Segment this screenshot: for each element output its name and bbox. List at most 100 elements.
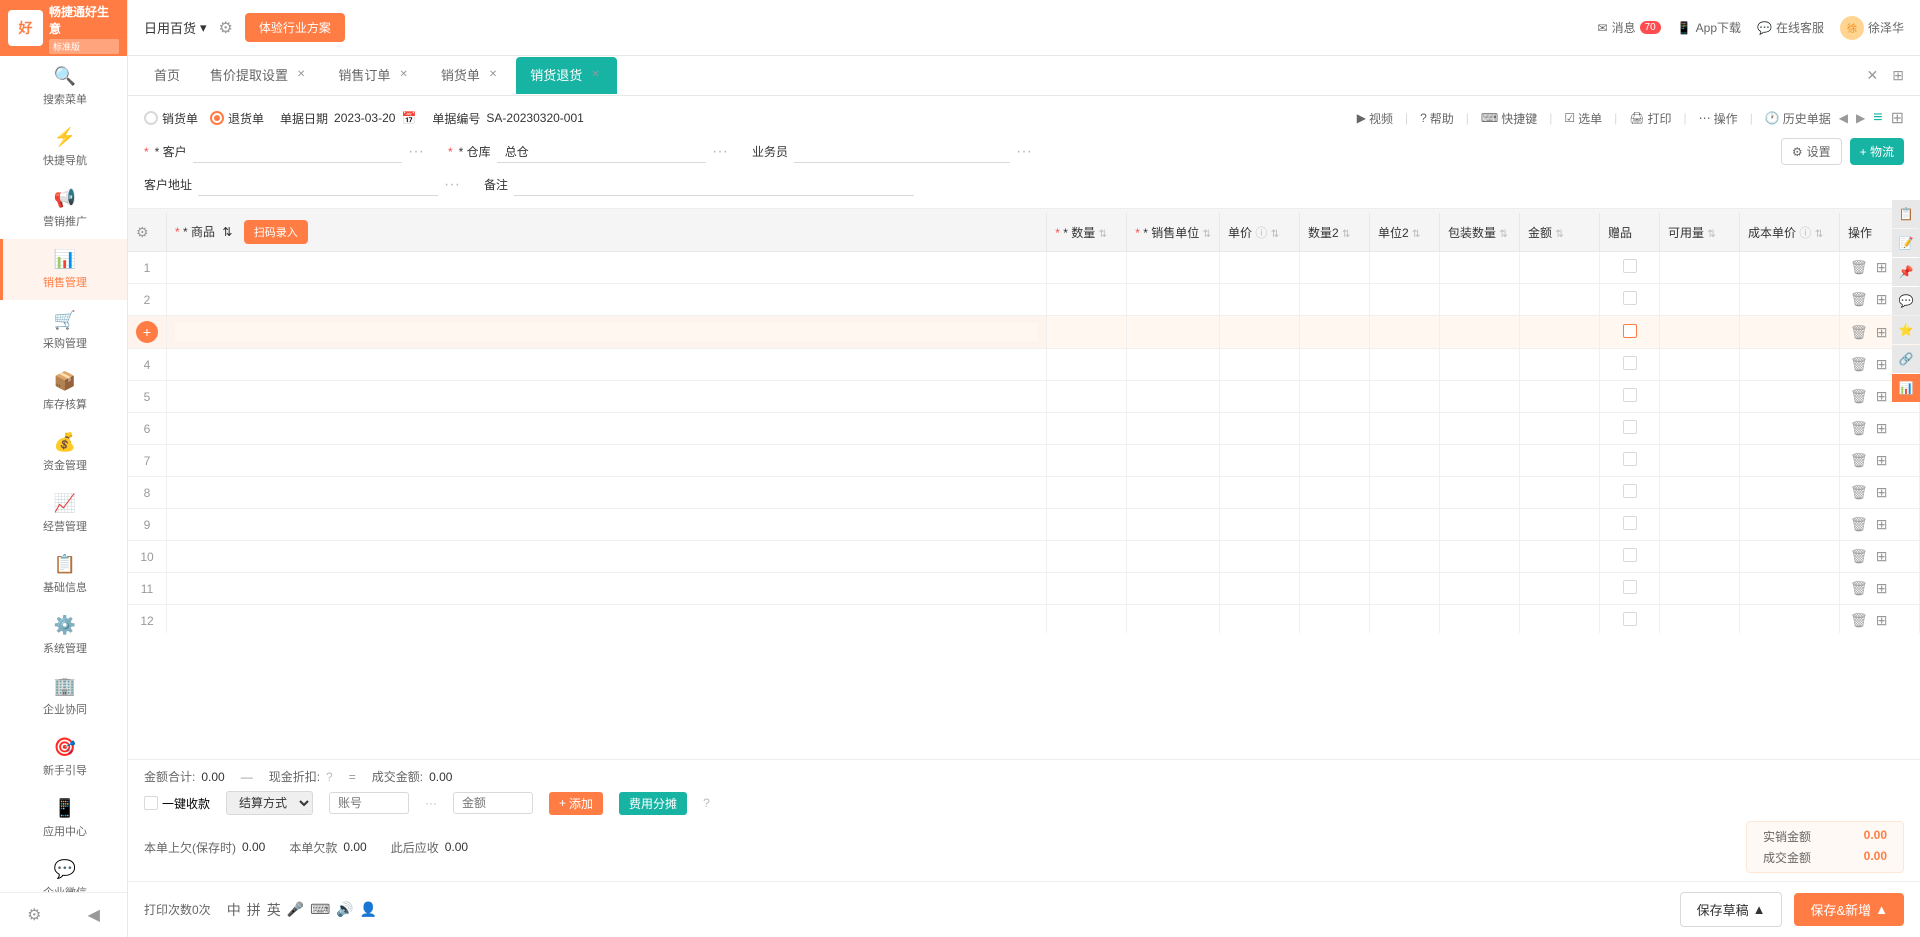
product-cell[interactable] [167, 413, 1047, 445]
product-cell[interactable] [167, 284, 1047, 316]
salesperson-input[interactable] [794, 140, 1010, 163]
tab-sales-delivery[interactable]: 销货单 ✕ [427, 57, 514, 94]
gift-cell[interactable] [1600, 252, 1660, 284]
right-btn-2[interactable]: 📝 [1892, 229, 1920, 257]
operate-action[interactable]: ⋯ 操作 [1699, 110, 1738, 127]
copy-row-icon[interactable]: ⊞ [1874, 289, 1890, 310]
form-add-logistics-button[interactable]: + 物流 [1850, 138, 1904, 165]
available-cell[interactable] [1660, 316, 1740, 349]
unit2-cell[interactable] [1370, 252, 1440, 284]
available-cell[interactable] [1660, 284, 1740, 316]
cost-split-button[interactable]: 费用分摊 [619, 792, 687, 815]
delete-row-icon[interactable]: 🗑 [1848, 289, 1870, 310]
copy-row-icon[interactable]: ⊞ [1874, 546, 1890, 567]
dots-icon[interactable]: ··· [425, 796, 437, 810]
product-cell[interactable] [167, 509, 1047, 541]
copy-row-icon[interactable]: ⊞ [1874, 386, 1890, 407]
price-cell[interactable] [1220, 252, 1300, 284]
product-cell[interactable] [167, 381, 1047, 413]
help-action[interactable]: ? 帮助 [1420, 110, 1454, 127]
delete-row-icon[interactable]: 🗑 [1848, 418, 1870, 439]
customer-select-icon[interactable]: ··· [408, 143, 424, 161]
gift-checkbox[interactable] [1623, 388, 1637, 402]
sidebar-item-apps[interactable]: 📱 应用中心 [0, 788, 127, 849]
add-row-button[interactable]: + [136, 321, 158, 343]
right-btn-5[interactable]: ⭐ [1892, 316, 1920, 344]
copy-row-icon[interactable]: ⊞ [1874, 257, 1890, 278]
sidebar-item-system[interactable]: ⚙️ 系统管理 [0, 605, 127, 666]
product-input[interactable] [175, 291, 1038, 309]
user-profile[interactable]: 徐 徐泽华 [1840, 16, 1904, 40]
ime-en-icon[interactable]: 英 [267, 900, 281, 920]
qty2-cell[interactable] [1300, 252, 1370, 284]
product-input[interactable] [175, 259, 1038, 277]
select-action[interactable]: ☑ 选单 [1564, 110, 1602, 127]
warehouse-input[interactable] [497, 140, 706, 163]
packqty-cell[interactable] [1440, 284, 1520, 316]
save-draft-button[interactable]: 保存草稿 ▲ [1680, 892, 1783, 927]
tab-sales-return[interactable]: 销货退货 ✕ [516, 57, 616, 94]
sidebar-item-operation[interactable]: 📈 经营管理 [0, 483, 127, 544]
table-scroll[interactable]: ⚙ * * 商品 ⇅ 扫码录入 * * 数量 ⇅ [128, 213, 1920, 633]
history-action[interactable]: 🕐 历史单据 [1765, 110, 1831, 127]
tab-price-setting[interactable]: 售价提取设置 ✕ [196, 57, 322, 94]
qty-cell[interactable] [1047, 316, 1127, 349]
product-cell[interactable] [167, 541, 1047, 573]
product-cell[interactable] [167, 349, 1047, 381]
packqty-cell[interactable] [1440, 252, 1520, 284]
delete-row-icon[interactable]: 🗑 [1848, 386, 1870, 407]
right-btn-4[interactable]: 💬 [1892, 287, 1920, 315]
price-cell[interactable] [1220, 316, 1300, 349]
sidebar-item-inventory[interactable]: 📦 库存核算 [0, 361, 127, 422]
copy-row-icon[interactable]: ⊞ [1874, 322, 1890, 343]
view-grid-btn[interactable]: ⊞ [1891, 108, 1904, 128]
unit-cell[interactable] [1127, 252, 1220, 284]
settings-gear-icon[interactable]: ⚙ [219, 18, 233, 38]
customer-input[interactable] [193, 140, 402, 163]
ime-zh-icon[interactable]: 中 [227, 900, 241, 920]
view-list-btn[interactable]: ≡ [1873, 109, 1882, 127]
address-input[interactable] [198, 173, 438, 196]
gift-cell[interactable] [1600, 316, 1660, 349]
form-settings-button[interactable]: ⚙ 设置 [1781, 138, 1842, 165]
print-action[interactable]: 🖨 打印 [1629, 110, 1671, 127]
industry-select[interactable]: 日用百货 ▾ [144, 18, 207, 37]
delete-row-icon[interactable]: 🗑 [1848, 610, 1870, 631]
gift-cell[interactable] [1600, 284, 1660, 316]
online-service-item[interactable]: 💬 在线客服 [1757, 19, 1824, 36]
unit-cell[interactable] [1127, 316, 1220, 349]
amount-cell[interactable] [1520, 252, 1600, 284]
right-btn-6[interactable]: 🔗 [1892, 345, 1920, 373]
message-item[interactable]: ✉ 消息 70 [1598, 19, 1661, 36]
product-cell[interactable] [167, 477, 1047, 509]
trial-button[interactable]: 体验行业方案 [245, 13, 345, 42]
cost-price-cell[interactable] [1740, 252, 1840, 284]
sidebar-item-search[interactable]: 🔍 搜索菜单 [0, 56, 127, 117]
nav-prev-btn[interactable]: ◀ [1839, 111, 1848, 125]
right-btn-3[interactable]: 📌 [1892, 258, 1920, 286]
calendar-icon[interactable]: 📅 [401, 111, 416, 125]
maximize-icon[interactable]: ⊞ [1888, 63, 1908, 88]
tab-close-icon[interactable]: ✕ [588, 68, 602, 81]
add-payment-button[interactable]: + 添加 [549, 792, 603, 815]
radio-delivery[interactable]: 销货单 [144, 110, 198, 127]
split-help-icon[interactable]: ? [703, 796, 710, 810]
sidebar-collapse-icon[interactable]: ◀ [84, 901, 104, 929]
cost-price-cell[interactable] [1740, 284, 1840, 316]
tab-close-icon[interactable]: ✕ [396, 68, 410, 81]
keyboard-icon[interactable]: ⌨ [310, 901, 330, 918]
calc-method-select[interactable]: 结算方式 [226, 791, 313, 815]
right-btn-1[interactable]: 📋 [1892, 200, 1920, 228]
copy-row-icon[interactable]: ⊞ [1874, 578, 1890, 599]
video-action[interactable]: ▶ 视频 [1357, 110, 1393, 127]
product-cell[interactable] [167, 445, 1047, 477]
copy-row-icon[interactable]: ⊞ [1874, 418, 1890, 439]
gift-checkbox[interactable] [1623, 580, 1637, 594]
sidebar-item-sales[interactable]: 📊 销售管理 [0, 239, 127, 300]
delete-row-icon[interactable]: 🗑 [1848, 482, 1870, 503]
address-select-icon[interactable]: ··· [444, 176, 460, 194]
sidebar-item-finance[interactable]: 💰 资金管理 [0, 422, 127, 483]
packqty-cell[interactable] [1440, 316, 1520, 349]
delete-row-icon[interactable]: 🗑 [1848, 578, 1870, 599]
tab-close-icon[interactable]: ✕ [294, 68, 308, 81]
